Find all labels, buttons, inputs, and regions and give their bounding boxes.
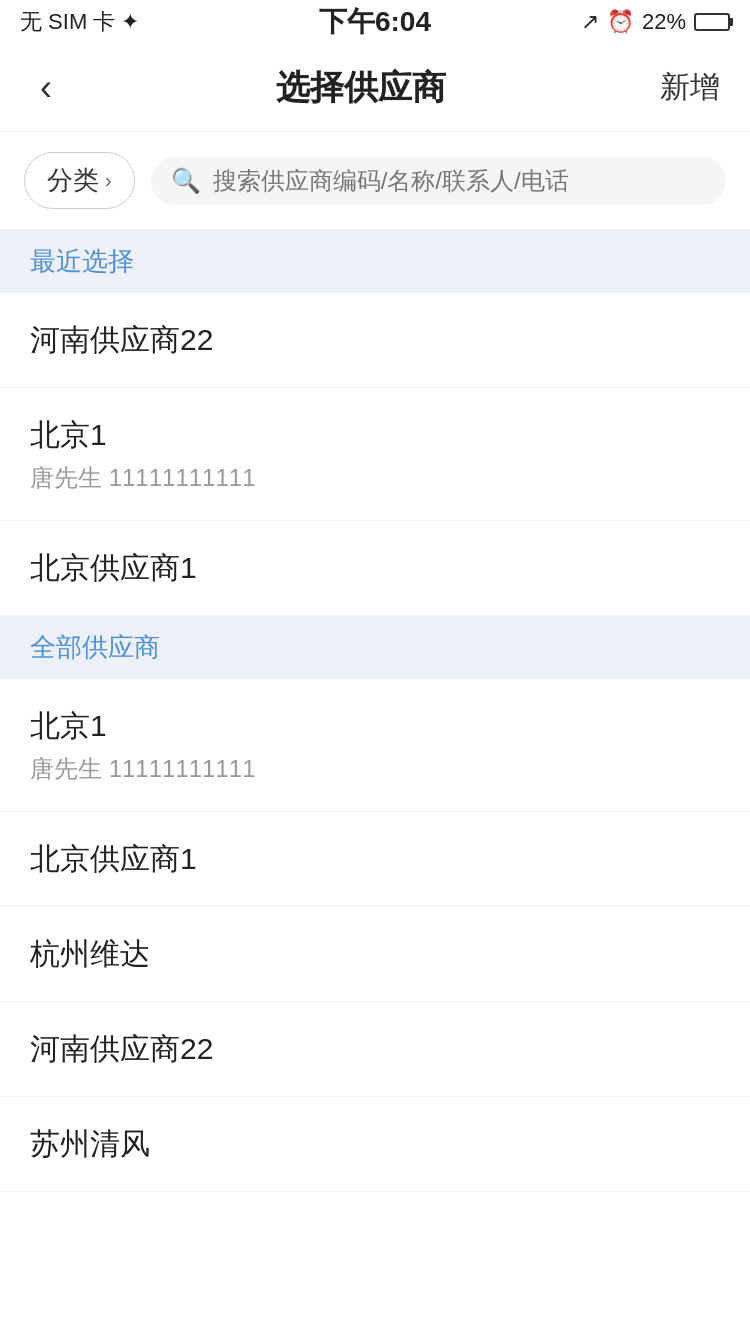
search-input[interactable]: [213, 167, 706, 195]
all-section-header: 全部供应商: [0, 616, 750, 679]
list-item[interactable]: 北京供应商1: [0, 812, 750, 907]
item-name: 北京供应商1: [30, 547, 720, 589]
nav-bar: ‹ 选择供应商 新增: [0, 44, 750, 132]
item-name: 北京1: [30, 414, 720, 456]
list-item[interactable]: 河南供应商22: [0, 293, 750, 388]
item-sub: 唐先生 11111111111: [30, 753, 720, 785]
all-list: 北京1 唐先生 11111111111 北京供应商1 杭州维达河南供应商22 苏州清风: [0, 679, 750, 1192]
item-name: 苏州清风: [30, 1123, 720, 1165]
page-title: 选择供应商: [276, 65, 446, 111]
status-right: ↗ ⏰ 22%: [581, 9, 730, 35]
add-button[interactable]: 新增: [660, 67, 720, 108]
list-item[interactable]: 北京1 唐先生 11111111111: [0, 679, 750, 812]
list-item[interactable]: 杭州维达: [0, 907, 750, 1002]
battery-percent: 22%: [642, 9, 686, 35]
no-sim-text: 无 SIM 卡 ✦: [20, 7, 139, 37]
list-item[interactable]: 苏州清风: [0, 1097, 750, 1192]
item-name: 河南供应商22: [30, 319, 720, 361]
search-box[interactable]: 🔍: [151, 157, 726, 205]
category-arrow-icon: ›: [105, 169, 112, 192]
item-name: 杭州维达: [30, 933, 720, 975]
item-sub: 唐先生 11111111111: [30, 462, 720, 494]
recent-section-header: 最近选择: [0, 230, 750, 293]
list-item[interactable]: 北京1 唐先生 11111111111: [0, 388, 750, 521]
category-label: 分类: [47, 163, 99, 198]
recent-list: 河南供应商22 北京1 唐先生 11111111111 北京供应商1: [0, 293, 750, 616]
list-item[interactable]: 北京供应商1: [0, 521, 750, 616]
recent-section-title: 最近选择: [30, 246, 134, 276]
list-item[interactable]: 河南供应商22: [0, 1002, 750, 1097]
item-name: 北京供应商1: [30, 838, 720, 880]
item-name: 河南供应商22: [30, 1028, 720, 1070]
status-left: 无 SIM 卡 ✦: [20, 7, 139, 37]
status-bar: 无 SIM 卡 ✦ 下午6:04 ↗ ⏰ 22%: [0, 0, 750, 44]
alarm-icon: ⏰: [607, 9, 634, 35]
search-icon: 🔍: [171, 167, 201, 195]
filter-bar: 分类 › 🔍: [0, 132, 750, 230]
location-icon: ↗: [581, 9, 599, 35]
all-section-title: 全部供应商: [30, 632, 160, 662]
item-name: 北京1: [30, 705, 720, 747]
status-time: 下午6:04: [319, 3, 431, 41]
back-button[interactable]: ‹: [30, 57, 62, 119]
category-button[interactable]: 分类 ›: [24, 152, 135, 209]
battery-icon: [694, 13, 730, 31]
